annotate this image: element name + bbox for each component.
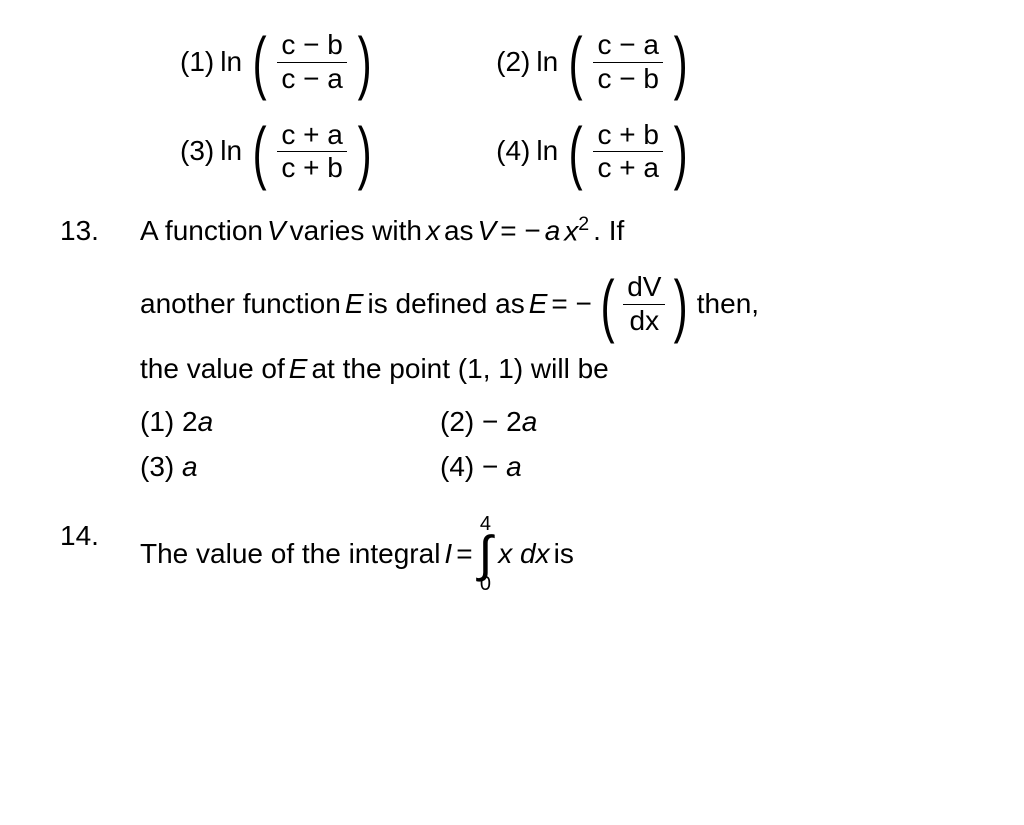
q13-option-4[interactable]: (4) − a: [440, 445, 522, 490]
var-I: I: [444, 532, 452, 577]
fn-name: ln: [536, 40, 558, 85]
text: is: [554, 532, 574, 577]
fraction: c + a c + b: [277, 120, 346, 185]
denominator: c + b: [277, 152, 346, 184]
equals: =: [456, 532, 472, 577]
denominator: c + a: [593, 152, 662, 184]
text: The value of the integral: [140, 532, 440, 577]
paren-left: (: [601, 277, 615, 333]
denominator: dx: [626, 305, 664, 337]
q13-line-1: A function V varies with x as V = − a x2…: [140, 209, 964, 254]
option-number: (3): [140, 451, 174, 482]
text: = −: [551, 282, 591, 327]
q12-option-3[interactable]: (3) ln ( c + a c + b ): [180, 120, 376, 185]
option-value: − 2a: [482, 406, 537, 437]
integrand: x dx: [498, 532, 549, 577]
var-a: a: [545, 209, 561, 254]
q12-option-4[interactable]: (4) ln ( c + b c + a ): [496, 120, 692, 185]
q12-option-1[interactable]: (1) ln ( c − b c − a ): [180, 30, 376, 95]
option-number: (2): [440, 406, 474, 437]
option-value: a: [182, 451, 198, 482]
question-body: A function V varies with x as V = − a x2…: [140, 209, 964, 489]
var-V: V: [267, 209, 286, 254]
q13-option-1[interactable]: (1) 2a: [140, 400, 290, 445]
q13-line-2: another function E is defined as E = − (…: [140, 272, 964, 337]
question-14: 14. The value of the integral I = 4 ∫ 0 …: [60, 514, 964, 594]
option-number: (4): [440, 451, 474, 482]
fraction: c − b c − a: [277, 30, 346, 95]
text: another function: [140, 282, 341, 327]
q13-option-3[interactable]: (3) a: [140, 445, 290, 490]
var-E: E: [345, 282, 364, 327]
var-x: x: [426, 209, 440, 254]
question-body: The value of the integral I = 4 ∫ 0 x dx…: [140, 514, 964, 594]
question-number: 13.: [60, 209, 110, 489]
var-x-sq: x2: [564, 209, 589, 254]
numerator: c − a: [593, 30, 662, 63]
fraction: c − a c − b: [593, 30, 662, 95]
lower-limit: 0: [480, 574, 491, 594]
text: = −: [500, 209, 540, 254]
var-E: E: [529, 282, 548, 327]
option-number: (4): [496, 129, 530, 174]
option-value: − a: [482, 451, 522, 482]
q13-options-row-1: (1) 2a (2) − 2a: [140, 400, 964, 445]
text: . If: [593, 209, 624, 254]
q13-options-row-2: (3) a (4) − a: [140, 445, 964, 490]
numerator: dV: [623, 272, 665, 305]
option-number: (3): [180, 129, 214, 174]
question-13: 13. A function V varies with x as V = − …: [60, 209, 964, 489]
option-number: (2): [496, 40, 530, 85]
paren-right: ): [357, 124, 371, 180]
var-V: V: [478, 209, 497, 254]
text: varies with: [290, 209, 422, 254]
option-value: 2a: [182, 406, 213, 437]
numerator: c + a: [277, 120, 346, 153]
var-x: x: [564, 216, 578, 247]
text: then,: [697, 282, 759, 327]
fn-name: ln: [536, 129, 558, 174]
fraction: c + b c + a: [593, 120, 662, 185]
integral: 4 ∫ 0: [479, 514, 493, 594]
text: A function: [140, 209, 263, 254]
fn-name: ln: [220, 40, 242, 85]
text: is defined as: [368, 282, 525, 327]
numerator: c − b: [277, 30, 346, 63]
q12-options-row-2: (3) ln ( c + a c + b ) (4) ln ( c + b c …: [60, 120, 964, 185]
text: at the point (1, 1) will be: [311, 347, 608, 392]
paren-left: (: [569, 34, 583, 90]
denominator: c − b: [593, 63, 662, 95]
integral-icon: ∫: [479, 534, 493, 574]
var-E: E: [289, 347, 308, 392]
q12-options-row-1: (1) ln ( c − b c − a ) (2) ln ( c − a c …: [60, 30, 964, 95]
text: the value of: [140, 347, 285, 392]
fraction: dV dx: [623, 272, 665, 337]
exponent: 2: [578, 213, 589, 235]
paren-left: (: [253, 34, 267, 90]
paren-left: (: [569, 124, 583, 180]
fn-name: ln: [220, 129, 242, 174]
option-number: (1): [180, 40, 214, 85]
paren-right: ): [674, 277, 688, 333]
paren-right: ): [674, 124, 688, 180]
option-number: (1): [140, 406, 174, 437]
denominator: c − a: [277, 63, 346, 95]
q13-line-3: the value of E at the point (1, 1) will …: [140, 347, 964, 392]
paren-right: ): [674, 34, 688, 90]
paren-right: ): [357, 34, 371, 90]
text: as: [444, 209, 474, 254]
q12-option-2[interactable]: (2) ln ( c − a c − b ): [496, 30, 692, 95]
question-number: 14.: [60, 514, 110, 594]
numerator: c + b: [593, 120, 662, 153]
q13-option-2[interactable]: (2) − 2a: [440, 400, 537, 445]
paren-left: (: [253, 124, 267, 180]
